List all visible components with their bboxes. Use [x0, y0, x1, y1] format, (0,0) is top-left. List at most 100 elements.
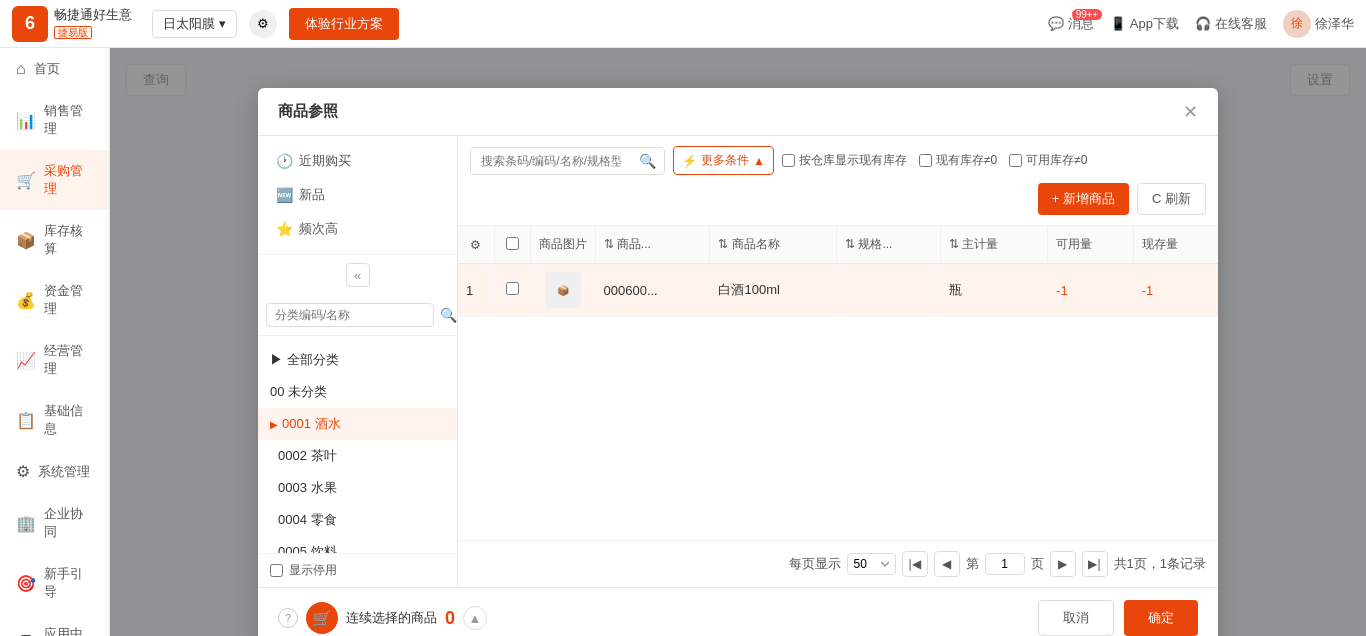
- prev-page-button[interactable]: ◀: [934, 551, 960, 577]
- category-beverage[interactable]: 0005 饮料: [258, 536, 457, 553]
- collab-icon: 🏢: [16, 514, 36, 533]
- select-all-checkbox[interactable]: [506, 237, 519, 250]
- next-page-button[interactable]: ▶: [1050, 551, 1076, 577]
- checkbox-available-not-zero[interactable]: 可用库存≠0: [1009, 152, 1087, 169]
- first-page-button[interactable]: |◀: [902, 551, 928, 577]
- per-page-select[interactable]: 50 10 20 100: [847, 553, 896, 575]
- cart-icon: 🛒: [306, 602, 338, 634]
- sidebar-item-inventory[interactable]: 📦 库存核算: [0, 210, 109, 270]
- sidebar-item-collab[interactable]: 🏢 企业协同: [0, 493, 109, 553]
- sidebar-item-operation[interactable]: 📈 经营管理: [0, 330, 109, 390]
- refresh-button[interactable]: C 刷新: [1137, 183, 1206, 215]
- sidebar-item-basic-info[interactable]: 📋 基础信息: [0, 390, 109, 450]
- checkbox-warehouse-input[interactable]: [782, 154, 795, 167]
- system-icon: ⚙: [16, 462, 30, 481]
- checkbox-stock-not-zero[interactable]: 现有库存≠0: [919, 152, 997, 169]
- tab-frequent[interactable]: ⭐ 频次高: [266, 212, 449, 246]
- last-page-button[interactable]: ▶|: [1082, 551, 1108, 577]
- category-fruit[interactable]: 0003 水果: [258, 472, 457, 504]
- th-available: 可用量: [1048, 226, 1134, 264]
- td-product-name: 白酒100ml: [710, 264, 837, 317]
- tree-uncategorized-label: 00 未分类: [270, 383, 327, 401]
- sidebar-item-home[interactable]: ⌂ 首页: [0, 48, 109, 90]
- tree-liquor-label: 0001 酒水: [282, 415, 341, 433]
- sidebar-item-system[interactable]: ⚙ 系统管理: [0, 450, 109, 493]
- sidebar-item-apps-label: 应用中心: [44, 625, 93, 636]
- clock-icon: 🕐: [276, 153, 293, 169]
- table-row[interactable]: 1 📦 000600... 白酒100ml: [458, 264, 1218, 317]
- inventory-icon: 📦: [16, 231, 36, 250]
- logo-sub: 捷易版: [54, 26, 92, 39]
- modal-dialog: 商品参照 ✕ 🕐 近期购买 🆕: [258, 88, 1218, 636]
- tree-snack-label: 0004 零食: [278, 511, 337, 529]
- category-uncategorized[interactable]: 00 未分类: [258, 376, 457, 408]
- row-checkbox[interactable]: [506, 282, 519, 295]
- app-download-nav-item[interactable]: 📱 App下载: [1110, 15, 1179, 33]
- checkbox-stock-not-zero-input[interactable]: [919, 154, 932, 167]
- username-label: 徐泽华: [1315, 15, 1354, 33]
- sidebar-item-operation-label: 经营管理: [44, 342, 93, 378]
- page-number-input[interactable]: [985, 553, 1025, 575]
- logo-icon: 6: [12, 6, 48, 42]
- nav-right: 💬 消息 99++ 📱 App下载 🎧 在线客服 徐 徐泽华: [1048, 10, 1354, 38]
- collapse-arrow-button[interactable]: ▲: [463, 606, 487, 630]
- mobile-icon: 📱: [1110, 16, 1126, 31]
- modal-header: 商品参照 ✕: [258, 88, 1218, 136]
- finance-icon: 💰: [16, 291, 36, 310]
- sidebar-item-apps[interactable]: 📱 应用中心: [0, 613, 109, 636]
- tree-fruit-label: 0003 水果: [278, 479, 337, 497]
- logo-text: 畅捷通好生意: [54, 7, 132, 24]
- category-tea[interactable]: 0002 茶叶: [258, 440, 457, 472]
- messages-nav-item[interactable]: 💬 消息 99++: [1048, 15, 1094, 33]
- nav-dropdown[interactable]: 日太阳膜 ▾: [152, 10, 237, 38]
- category-search-input[interactable]: [266, 303, 434, 327]
- cta-button[interactable]: 体验行业方案: [289, 8, 399, 40]
- checkbox-available-not-zero-input[interactable]: [1009, 154, 1022, 167]
- user-nav-item[interactable]: 徐 徐泽华: [1283, 10, 1354, 38]
- tree-all-label: ▶ 全部分类: [270, 351, 339, 369]
- th-product-image: 商品图片: [530, 226, 595, 264]
- category-snack[interactable]: 0004 零食: [258, 504, 457, 536]
- th-spec[interactable]: ⇅ 规格...: [837, 226, 941, 264]
- show-disabled-area: 显示停用: [258, 553, 457, 587]
- collapse-button[interactable]: «: [346, 263, 370, 287]
- footer-buttons: 取消 确定: [1038, 600, 1198, 636]
- tab-new-products[interactable]: 🆕 新品: [266, 178, 449, 212]
- sidebar-item-sales[interactable]: 📊 销售管理: [0, 90, 109, 150]
- td-unit: 瓶: [941, 264, 1048, 317]
- cancel-button[interactable]: 取消: [1038, 600, 1114, 636]
- checkbox-warehouse[interactable]: 按仓库显示现有库存: [782, 152, 907, 169]
- cart-text-label: 连续选择的商品: [346, 609, 437, 627]
- product-search-button[interactable]: 🔍: [631, 148, 664, 174]
- more-filter-button[interactable]: ⚡ 更多条件 ▲: [673, 146, 774, 175]
- category-search-area: 🔍: [258, 295, 457, 336]
- td-checkbox[interactable]: [494, 264, 530, 317]
- add-product-button[interactable]: + 新增商品: [1038, 183, 1129, 215]
- sidebar-item-purchase[interactable]: 🛒 采购管理: [0, 150, 109, 210]
- confirm-button[interactable]: 确定: [1124, 600, 1198, 636]
- online-service-label: 在线客服: [1215, 15, 1267, 33]
- category-all[interactable]: ▶ 全部分类: [258, 344, 457, 376]
- user-avatar: 徐: [1283, 10, 1311, 38]
- settings-icon[interactable]: ⚙: [249, 10, 277, 38]
- sales-icon: 📊: [16, 111, 36, 130]
- show-disabled-checkbox[interactable]: [270, 564, 283, 577]
- th-product-name[interactable]: ⇅ 商品名称: [710, 226, 837, 264]
- sidebar-item-guide[interactable]: 🎯 新手引导: [0, 553, 109, 613]
- th-unit[interactable]: ⇅ 主计量: [941, 226, 1048, 264]
- sidebar-item-system-label: 系统管理: [38, 463, 90, 481]
- modal-close-button[interactable]: ✕: [1183, 103, 1198, 121]
- category-search-icon[interactable]: 🔍: [440, 307, 457, 323]
- checkbox-stock-not-zero-label: 现有库存≠0: [936, 152, 997, 169]
- online-service-nav-item[interactable]: 🎧 在线客服: [1195, 15, 1267, 33]
- per-page-label: 每页显示: [789, 555, 841, 573]
- filter-label: 更多条件: [701, 152, 749, 169]
- help-icon[interactable]: ?: [278, 608, 298, 628]
- sidebar-item-finance[interactable]: 💰 资金管理: [0, 270, 109, 330]
- checkbox-warehouse-label: 按仓库显示现有库存: [799, 152, 907, 169]
- product-search-input[interactable]: [471, 149, 631, 173]
- product-table-wrap: ⚙ 商品图片: [458, 226, 1218, 540]
- category-liquor[interactable]: ▶ 0001 酒水: [258, 408, 457, 440]
- tab-recent-purchase[interactable]: 🕐 近期购买: [266, 144, 449, 178]
- th-product-code[interactable]: ⇅ 商品...: [595, 226, 710, 264]
